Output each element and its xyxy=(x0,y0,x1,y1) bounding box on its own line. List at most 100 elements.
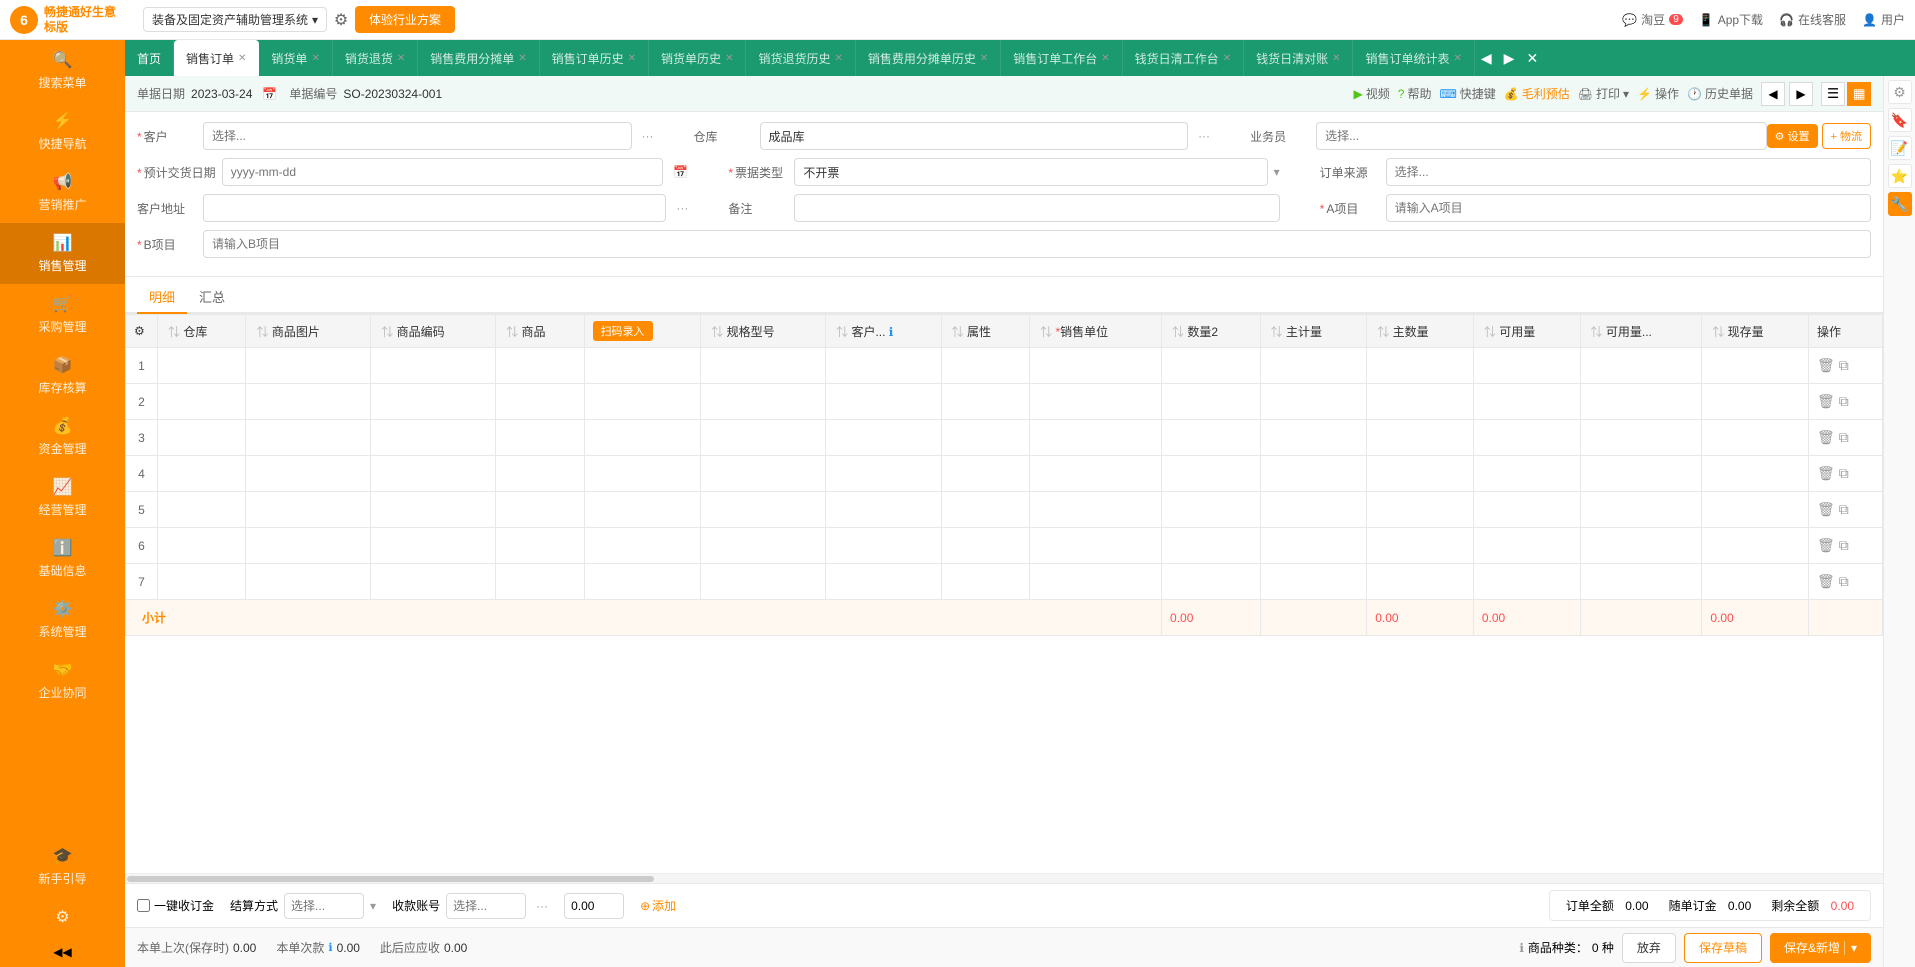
row-delete-3[interactable]: 🗑 xyxy=(1817,429,1835,446)
sidebar-item-basic-info[interactable]: ℹ️ 基础信息 xyxy=(0,528,125,589)
sidebar-item-inventory[interactable]: 📦 库存核算 xyxy=(0,345,125,406)
tab-sales-expense[interactable]: 销售费用分摊单 ✕ xyxy=(418,40,539,76)
row-copy-2[interactable]: ⧉ xyxy=(1839,393,1849,410)
th-product[interactable]: ⇅ 商品 xyxy=(496,315,584,348)
warehouse-dots-button[interactable]: ··· xyxy=(1198,129,1210,143)
th-available2[interactable]: ⇅ 可用量... xyxy=(1580,315,1702,348)
row-delete-6[interactable]: 🗑 xyxy=(1817,537,1835,554)
tab-close-workbench[interactable]: ✕ xyxy=(1101,53,1109,64)
tab-close-invoice-history[interactable]: ✕ xyxy=(725,53,733,64)
message-button[interactable]: 💬 淘豆 9 xyxy=(1622,11,1683,28)
operation-button[interactable]: ⚡ 操作 xyxy=(1637,85,1679,102)
sidebar-item-sales[interactable]: 📊 销售管理 xyxy=(0,223,125,284)
address-dots-button[interactable]: ··· xyxy=(676,201,688,215)
settings-panel-button[interactable]: ⚙ 设置 xyxy=(1767,124,1818,148)
prev-record-button[interactable]: ◀ xyxy=(1761,82,1785,106)
th-warehouse[interactable]: ⇅ 仓库 xyxy=(158,315,246,348)
tab-next-button[interactable]: ▶ xyxy=(1498,50,1521,67)
tab-detail[interactable]: 明细 xyxy=(137,281,187,314)
delivery-date-input[interactable] xyxy=(222,158,664,186)
row-delete-4[interactable]: 🗑 xyxy=(1817,465,1835,482)
order-source-input[interactable] xyxy=(1386,158,1871,186)
user-menu[interactable]: 👤 用户 xyxy=(1862,11,1905,28)
view-video-button[interactable]: ▶ 视频 xyxy=(1354,85,1390,102)
help-button[interactable]: ? 帮助 xyxy=(1398,85,1432,102)
tab-workbench[interactable]: 销售订单工作台 ✕ xyxy=(1001,40,1122,76)
settle-method-input[interactable] xyxy=(284,893,364,919)
warehouse-input[interactable] xyxy=(760,122,1189,150)
row-delete-5[interactable]: 🗑 xyxy=(1817,501,1835,518)
save-draft-button[interactable]: 保存草稿 xyxy=(1684,933,1762,963)
tab-close-sales-expense[interactable]: ✕ xyxy=(518,53,526,64)
invoice-dropdown-icon[interactable]: ▾ xyxy=(1274,165,1280,179)
sidebar-item-guide[interactable]: 🎓 新手引导 xyxy=(0,836,125,897)
sidebar-item-quick-nav[interactable]: ⚡ 快捷导航 xyxy=(0,101,125,162)
th-sales-unit[interactable]: ⇅ *销售单位 xyxy=(1030,315,1162,348)
tab-close-sales-order-history[interactable]: ✕ xyxy=(628,53,636,64)
scroll-thumb[interactable] xyxy=(127,876,654,882)
tab-expense-history[interactable]: 销售费用分摊单历史 ✕ xyxy=(856,40,1001,76)
invoice-input[interactable] xyxy=(794,158,1267,186)
amount-input[interactable] xyxy=(564,893,624,919)
row-delete-7[interactable]: 🗑 xyxy=(1817,573,1835,590)
address-input[interactable] xyxy=(203,194,666,222)
account-input[interactable] xyxy=(446,893,526,919)
tab-invoice-history[interactable]: 销货单历史 ✕ xyxy=(649,40,746,76)
tab-menu-button[interactable]: ✕ xyxy=(1520,50,1544,67)
tab-close-sales-order[interactable]: ✕ xyxy=(238,53,246,64)
settings-gear-button[interactable]: ⚙ xyxy=(327,6,355,34)
th-product-code[interactable]: ⇅ 商品编码 xyxy=(371,315,496,348)
shortcut-button[interactable]: ⌨ 快捷键 xyxy=(1439,85,1495,102)
form-view-button[interactable]: ▦ xyxy=(1847,82,1871,106)
delivery-calendar-icon[interactable]: 📅 xyxy=(673,165,688,179)
sidebar-item-system[interactable]: ⚙️ 系统管理 xyxy=(0,589,125,650)
right-panel-btn-4[interactable]: ⭐ xyxy=(1888,164,1912,188)
tab-prev-button[interactable]: ◀ xyxy=(1475,50,1498,67)
sidebar-item-finance[interactable]: 💰 资金管理 xyxy=(0,406,125,467)
product-count-info-icon[interactable]: ℹ xyxy=(1519,941,1524,955)
row-copy-5[interactable]: ⧉ xyxy=(1839,501,1849,518)
customer-input[interactable] xyxy=(203,122,632,150)
list-view-button[interactable]: ☰ xyxy=(1821,82,1845,106)
discard-button[interactable]: 放弃 xyxy=(1622,933,1676,963)
sidebar-settings-button[interactable]: ⚙ xyxy=(0,897,125,937)
right-panel-btn-2[interactable]: 🔖 xyxy=(1888,108,1912,132)
add-button[interactable]: ⊕ 添加 xyxy=(640,897,676,914)
right-panel-btn-1[interactable]: ⚙ xyxy=(1888,80,1912,104)
tab-sales-return[interactable]: 销货退货 ✕ xyxy=(333,40,418,76)
account-dots-button[interactable]: ··· xyxy=(536,899,548,913)
scan-input-button[interactable]: 扫码录入 xyxy=(593,321,653,341)
horizontal-scrollbar[interactable] xyxy=(125,873,1883,883)
tab-daily-workbench[interactable]: 钱货日清工作台 ✕ xyxy=(1123,40,1244,76)
tab-sales-order[interactable]: 销售订单 ✕ xyxy=(174,40,259,76)
th-available[interactable]: ⇅ 可用量 xyxy=(1473,315,1580,348)
th-main-unit[interactable]: ⇅ 主计量 xyxy=(1260,315,1367,348)
th-attributes[interactable]: ⇅ 属性 xyxy=(941,315,1029,348)
current-info-icon[interactable]: ℹ xyxy=(328,941,332,954)
next-record-button[interactable]: ▶ xyxy=(1789,82,1813,106)
th-gear[interactable]: ⚙ xyxy=(126,315,158,348)
row-copy-6[interactable]: ⧉ xyxy=(1839,537,1849,554)
sidebar-expand-button[interactable]: ◀◀ xyxy=(0,937,125,967)
b-project-input[interactable] xyxy=(203,230,1871,258)
row-copy-1[interactable]: ⧉ xyxy=(1839,357,1849,374)
th-main-qty[interactable]: ⇅ 主数量 xyxy=(1367,315,1474,348)
settle-method-dropdown[interactable]: ▾ xyxy=(370,899,376,913)
tab-sales-statistics[interactable]: 销售订单统计表 ✕ xyxy=(1353,40,1474,76)
right-panel-btn-3[interactable]: 📝 xyxy=(1888,136,1912,160)
row-delete-2[interactable]: 🗑 xyxy=(1817,393,1835,410)
tab-summary[interactable]: 汇总 xyxy=(187,281,237,314)
industry-plan-button[interactable]: 体验行业方案 xyxy=(355,6,455,33)
th-customer[interactable]: ⇅ 客户... ℹ xyxy=(826,315,942,348)
tab-close-expense-history[interactable]: ✕ xyxy=(980,53,988,64)
remark-input[interactable] xyxy=(794,194,1279,222)
th-current-stock[interactable]: ⇅ 现存量 xyxy=(1702,315,1809,348)
tab-close-daily-workbench[interactable]: ✕ xyxy=(1223,53,1231,64)
tab-home[interactable]: 首页 xyxy=(125,40,174,76)
th-spec[interactable]: ⇅ 规格型号 xyxy=(701,315,826,348)
tab-daily-reconcile[interactable]: 钱货日清对账 ✕ xyxy=(1244,40,1353,76)
quick-settle-checkbox[interactable] xyxy=(137,899,150,912)
sidebar-item-marketing[interactable]: 📢 营销推广 xyxy=(0,162,125,223)
tab-sales-invoice[interactable]: 销货单 ✕ xyxy=(259,40,332,76)
sidebar-item-enterprise[interactable]: 🤝 企业协同 xyxy=(0,650,125,711)
